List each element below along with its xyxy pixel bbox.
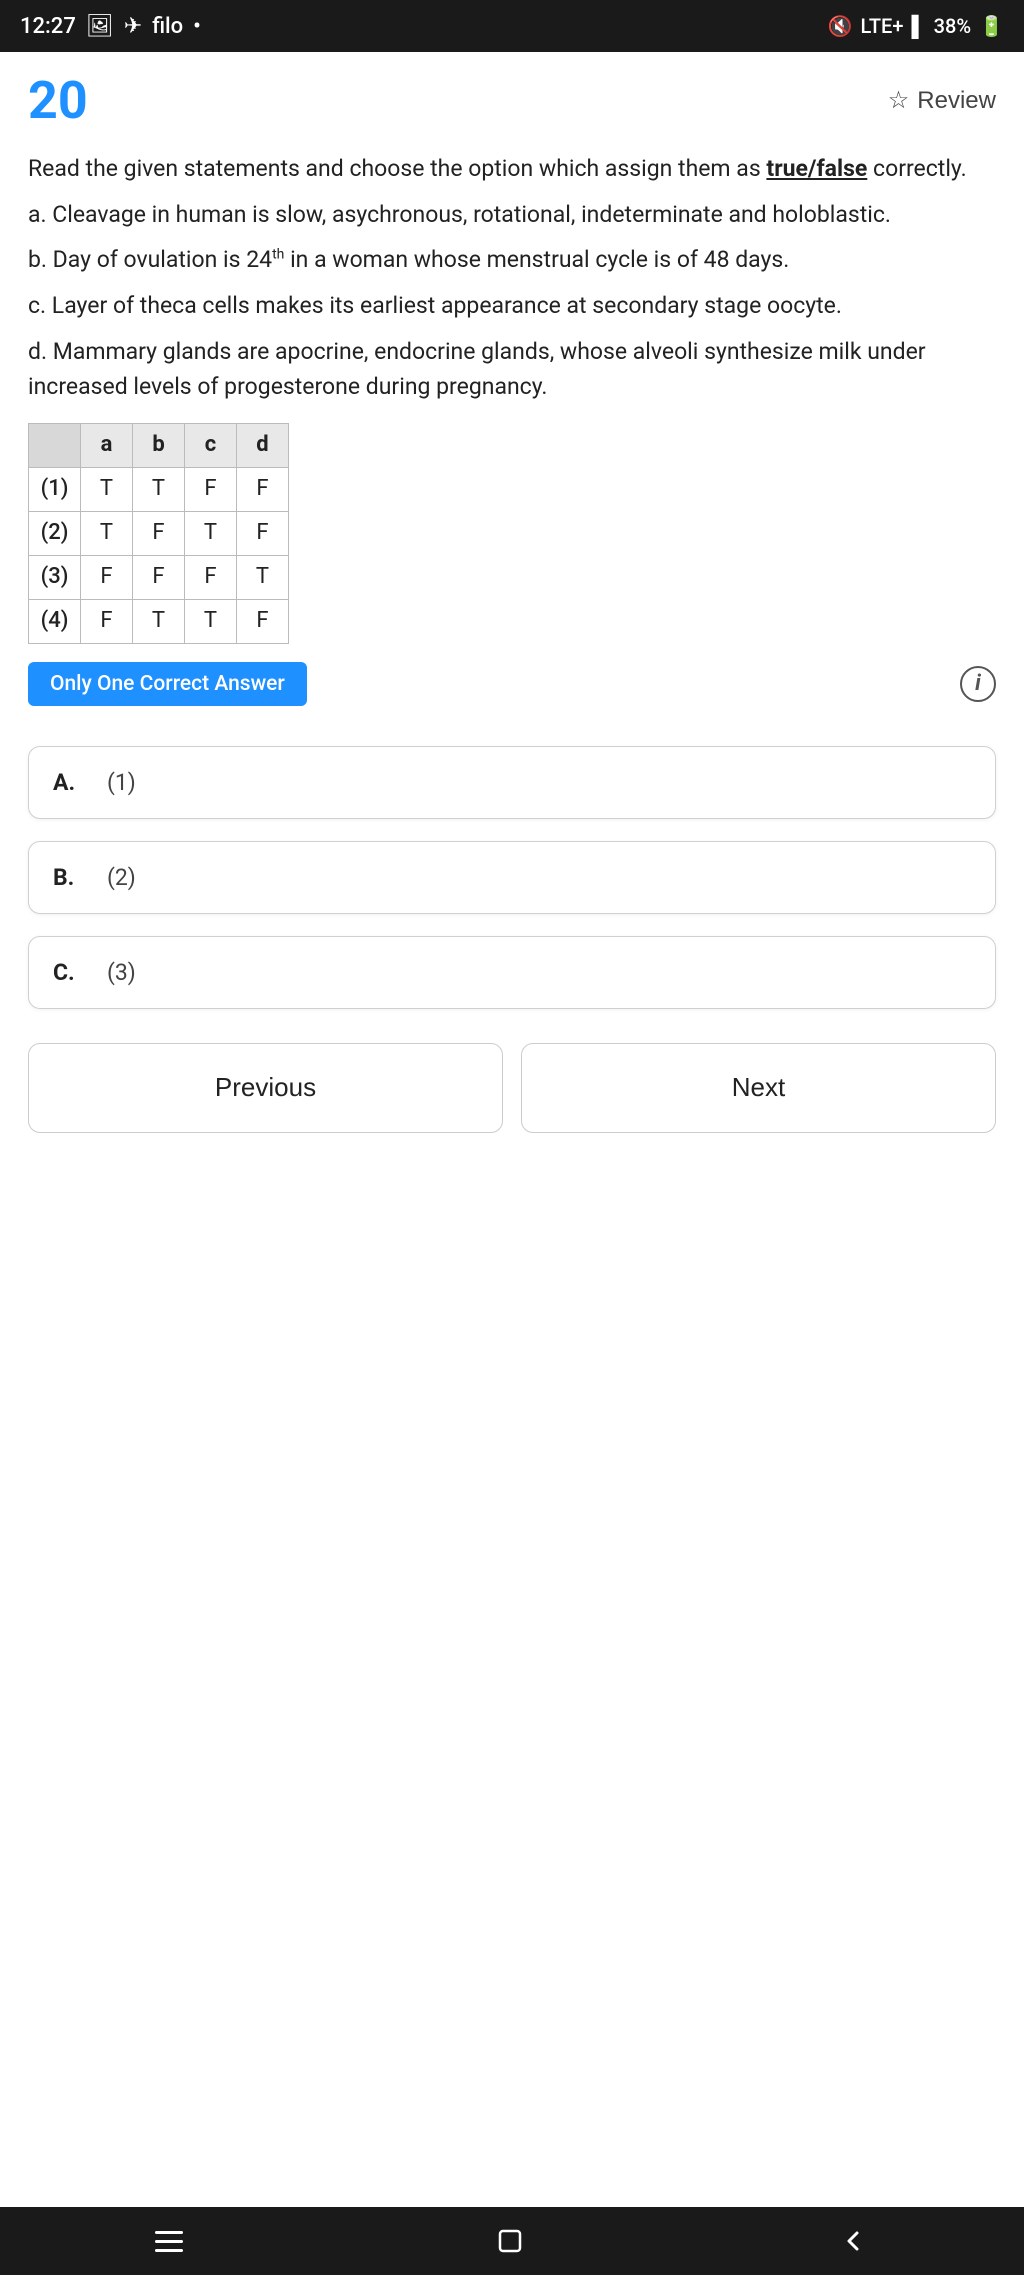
table-cell-r3-c2: T — [133, 599, 185, 643]
table-cell-r3-c0: (4) — [29, 599, 81, 643]
info-icon[interactable]: i — [960, 666, 996, 702]
status-bar: 12:27 🖼 ✈ filo • 🔇 LTE+ ▌ 38% 🔋 — [0, 0, 1024, 52]
option-value-1: (2) — [107, 864, 136, 891]
option-item-c[interactable]: C. (3) — [28, 936, 996, 1009]
back-icon[interactable] — [837, 2225, 869, 2257]
option-label-1: B. — [53, 864, 89, 891]
table-cell-r2-c2: F — [133, 555, 185, 599]
option-label-0: A. — [53, 769, 89, 796]
tag-row: Only One Correct Answer i — [0, 662, 1024, 706]
app-name: filo — [152, 14, 183, 39]
true-false-text: true/false — [766, 155, 867, 182]
question-body: Read the given statements and choose the… — [0, 141, 1024, 644]
question-number: 20 — [28, 70, 88, 131]
truth-table: a b c d (1)TTFF(2)TFTF(3)FFFT(4)FTTF — [28, 423, 289, 644]
table-cell-r0-c2: T — [133, 467, 185, 511]
send-icon: ✈ — [124, 14, 142, 39]
statement-a: a. Cleavage in human is slow, asychronou… — [28, 197, 996, 233]
review-button[interactable]: ☆ Review — [888, 86, 996, 115]
option-label-2: C. — [53, 959, 89, 986]
battery-icon: 🔋 — [979, 14, 1004, 38]
option-item-b[interactable]: B. (2) — [28, 841, 996, 914]
table-cell-r3-c4: F — [237, 599, 289, 643]
table-cell-r0-c1: T — [81, 467, 133, 511]
table-cell-r1-c0: (2) — [29, 511, 81, 555]
battery-percent: 38% — [934, 14, 971, 38]
option-value-2: (3) — [107, 959, 136, 986]
table-cell-r2-c4: T — [237, 555, 289, 599]
table-cell-r3-c1: F — [81, 599, 133, 643]
home-icon[interactable] — [494, 2225, 526, 2257]
table-cell-r1-c1: T — [81, 511, 133, 555]
question-intro: Read the given statements and choose the… — [28, 151, 996, 187]
options-section: A. (1) B. (2) C. (3) — [0, 706, 1024, 1009]
star-icon: ☆ — [888, 86, 910, 115]
next-button[interactable]: Next — [521, 1043, 996, 1133]
bottom-navigation-bar — [0, 2207, 1024, 2275]
question-header: 20 ☆ Review — [0, 52, 1024, 141]
statement-c: c. Layer of theca cells makes its earlie… — [28, 288, 996, 324]
statement-d: d. Mammary glands are apocrine, endocrin… — [28, 334, 996, 405]
table-header-b: b — [133, 423, 185, 467]
table-header-a: a — [81, 423, 133, 467]
option-value-0: (1) — [107, 769, 136, 796]
signal-bars-icon: ▌ — [911, 14, 925, 39]
only-one-correct-tag: Only One Correct Answer — [28, 662, 307, 706]
previous-button[interactable]: Previous — [28, 1043, 503, 1133]
table-header-c: c — [185, 423, 237, 467]
review-label: Review — [917, 87, 996, 115]
navigation-buttons: Previous Next — [0, 1031, 1024, 1161]
table-cell-r0-c0: (1) — [29, 467, 81, 511]
table-cell-r3-c3: T — [185, 599, 237, 643]
table-cell-r1-c3: T — [185, 511, 237, 555]
mute-icon: 🔇 — [828, 14, 853, 38]
table-cell-r1-c4: F — [237, 511, 289, 555]
table-cell-r2-c1: F — [81, 555, 133, 599]
table-cell-r2-c3: F — [185, 555, 237, 599]
table-header-d: d — [237, 423, 289, 467]
time: 12:27 — [20, 14, 76, 39]
table-cell-r0-c4: F — [237, 467, 289, 511]
table-header-empty — [29, 423, 81, 467]
table-cell-r2-c0: (3) — [29, 555, 81, 599]
status-right: 🔇 LTE+ ▌ 38% 🔋 — [828, 14, 1004, 39]
menu-icon[interactable] — [155, 2231, 183, 2252]
statement-b: b. Day of ovulation is 24th in a woman w… — [28, 242, 996, 278]
network-label: LTE+ — [860, 14, 903, 38]
dot-indicator: • — [193, 14, 201, 39]
camera-icon: 🖼 — [86, 14, 114, 39]
table-cell-r0-c3: F — [185, 467, 237, 511]
option-item-a[interactable]: A. (1) — [28, 746, 996, 819]
status-left: 12:27 🖼 ✈ filo • — [20, 14, 201, 39]
table-cell-r1-c2: F — [133, 511, 185, 555]
